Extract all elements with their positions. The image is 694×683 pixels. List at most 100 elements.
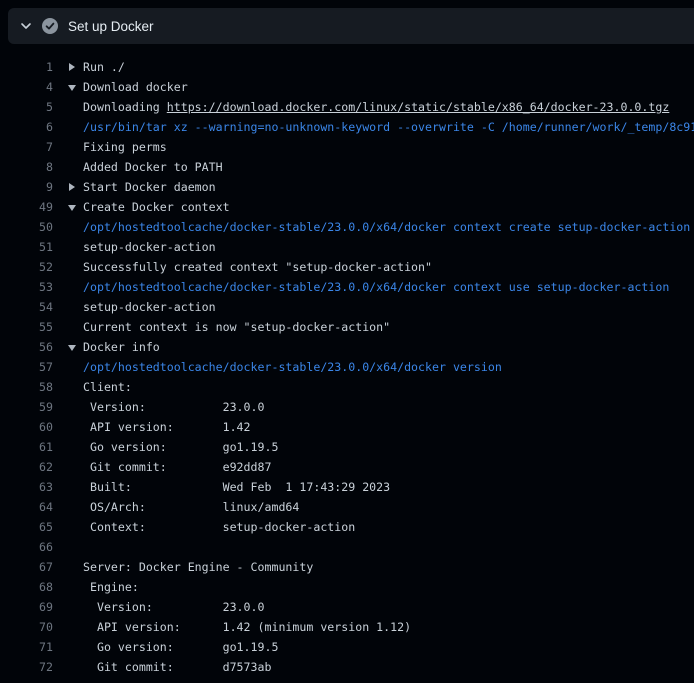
- line-number[interactable]: 1: [0, 57, 53, 77]
- log-row: 62 Git commit: e92dd87: [0, 457, 694, 477]
- gutter: [53, 397, 83, 417]
- line-number[interactable]: 53: [0, 277, 53, 297]
- gutter: [53, 517, 83, 537]
- log-row: 58 Client:: [0, 377, 694, 397]
- line-number[interactable]: 60: [0, 417, 53, 437]
- gutter: [53, 197, 83, 217]
- gutter: [53, 617, 83, 637]
- log-command-text: /opt/hostedtoolcache/docker-stable/23.0.…: [83, 217, 694, 237]
- chevron-down-icon[interactable]: [20, 20, 32, 32]
- triangle-down-icon[interactable]: [68, 205, 76, 211]
- line-number[interactable]: 49: [0, 197, 53, 217]
- gutter: [53, 537, 83, 557]
- log-text: Version: 23.0.0: [83, 597, 264, 617]
- gutter: [53, 357, 83, 377]
- log-text: OS/Arch: linux/amd64: [83, 497, 299, 517]
- line-number[interactable]: 9: [0, 177, 53, 197]
- line-number[interactable]: 50: [0, 217, 53, 237]
- gutter: [53, 177, 83, 197]
- line-number[interactable]: 58: [0, 377, 53, 397]
- log-text: Version: 23.0.0: [83, 397, 264, 417]
- line-number[interactable]: 65: [0, 517, 53, 537]
- gutter: [53, 277, 83, 297]
- gutter: [53, 297, 83, 317]
- log-command-text: /opt/hostedtoolcache/docker-stable/23.0.…: [83, 277, 669, 297]
- log-command-text: /opt/hostedtoolcache/docker-stable/23.0.…: [83, 357, 502, 377]
- log-row: 54 setup-docker-action: [0, 297, 694, 317]
- log-text: Go version: go1.19.5: [83, 437, 278, 457]
- line-number[interactable]: 67: [0, 557, 53, 577]
- line-number[interactable]: 51: [0, 237, 53, 257]
- step-title: Set up Docker: [68, 19, 154, 34]
- log-text: API version: 1.42: [83, 417, 251, 437]
- line-number[interactable]: 54: [0, 297, 53, 317]
- gutter: [53, 157, 83, 177]
- check-circle-icon: [42, 18, 58, 34]
- log-group-row[interactable]: 1 Run ./: [0, 57, 694, 77]
- line-number[interactable]: 61: [0, 437, 53, 457]
- triangle-down-icon[interactable]: [68, 345, 76, 351]
- line-number[interactable]: 71: [0, 637, 53, 657]
- step-header[interactable]: Set up Docker: [8, 8, 694, 44]
- log-row: 5Downloading https://download.docker.com…: [0, 97, 694, 117]
- log-row: 70 API version: 1.42 (minimum version 1.…: [0, 617, 694, 637]
- line-number[interactable]: 56: [0, 337, 53, 357]
- gutter: [53, 317, 83, 337]
- line-number[interactable]: 63: [0, 477, 53, 497]
- log-row: 68 Engine:: [0, 577, 694, 597]
- log-text: Current context is now "setup-docker-act…: [83, 317, 390, 337]
- log-row: 52 Successfully created context "setup-do…: [0, 257, 694, 277]
- triangle-right-icon[interactable]: [69, 63, 75, 71]
- line-number[interactable]: 52: [0, 257, 53, 277]
- line-number[interactable]: 62: [0, 457, 53, 477]
- gutter: [53, 457, 83, 477]
- log-row: 69 Version: 23.0.0: [0, 597, 694, 617]
- line-number[interactable]: 59: [0, 397, 53, 417]
- log-group-row[interactable]: 56 Docker info: [0, 337, 694, 357]
- log-text: Built: Wed Feb 1 17:43:29 2023: [83, 477, 390, 497]
- line-number[interactable]: 68: [0, 577, 53, 597]
- log-row: 50/opt/hostedtoolcache/docker-stable/23.…: [0, 217, 694, 237]
- log-row: 64 OS/Arch: linux/amd64: [0, 497, 694, 517]
- line-number[interactable]: 64: [0, 497, 53, 517]
- line-number[interactable]: 69: [0, 597, 53, 617]
- line-number[interactable]: 70: [0, 617, 53, 637]
- line-number[interactable]: 6: [0, 117, 53, 137]
- log-container: 1 Run ./4Download docker5Downloading http…: [0, 57, 694, 677]
- log-text: setup-docker-action: [83, 297, 216, 317]
- gutter: [53, 337, 83, 357]
- triangle-down-icon[interactable]: [68, 85, 76, 91]
- log-group-row[interactable]: 9 Start Docker daemon: [0, 177, 694, 197]
- line-number[interactable]: 66: [0, 537, 53, 557]
- line-number[interactable]: 7: [0, 137, 53, 157]
- log-text: Server: Docker Engine - Community: [83, 557, 313, 577]
- gutter: [53, 497, 83, 517]
- triangle-right-icon[interactable]: [69, 183, 75, 191]
- line-number[interactable]: 57: [0, 357, 53, 377]
- group-title: Run ./: [83, 57, 125, 77]
- gutter: [53, 77, 83, 97]
- log-text: Successfully created context "setup-dock…: [83, 257, 432, 277]
- line-number[interactable]: 5: [0, 97, 53, 117]
- line-number[interactable]: 4: [0, 77, 53, 97]
- log-group-row[interactable]: 49Create Docker context: [0, 197, 694, 217]
- log-row: 7 Fixing perms: [0, 137, 694, 157]
- line-number[interactable]: 72: [0, 657, 53, 677]
- log-row: 57/opt/hostedtoolcache/docker-stable/23.…: [0, 357, 694, 377]
- log-text: Git commit: d7573ab: [83, 657, 271, 677]
- log-row: 55 Current context is now "setup-docker-a…: [0, 317, 694, 337]
- log-row: 63 Built: Wed Feb 1 17:43:29 2023: [0, 477, 694, 497]
- line-number[interactable]: 8: [0, 157, 53, 177]
- log-group-row[interactable]: 4Download docker: [0, 77, 694, 97]
- gutter: [53, 577, 83, 597]
- log-row: 60 API version: 1.42: [0, 417, 694, 437]
- gutter: [53, 237, 83, 257]
- group-title: Start Docker daemon: [83, 177, 216, 197]
- line-number[interactable]: 55: [0, 317, 53, 337]
- gutter: [53, 97, 83, 117]
- log-text: Client:: [83, 377, 132, 397]
- log-url-link[interactable]: https://download.docker.com/linux/static…: [167, 100, 670, 114]
- log-text: Fixing perms: [83, 137, 167, 157]
- gutter: [53, 657, 83, 677]
- group-title: Docker info: [83, 337, 160, 357]
